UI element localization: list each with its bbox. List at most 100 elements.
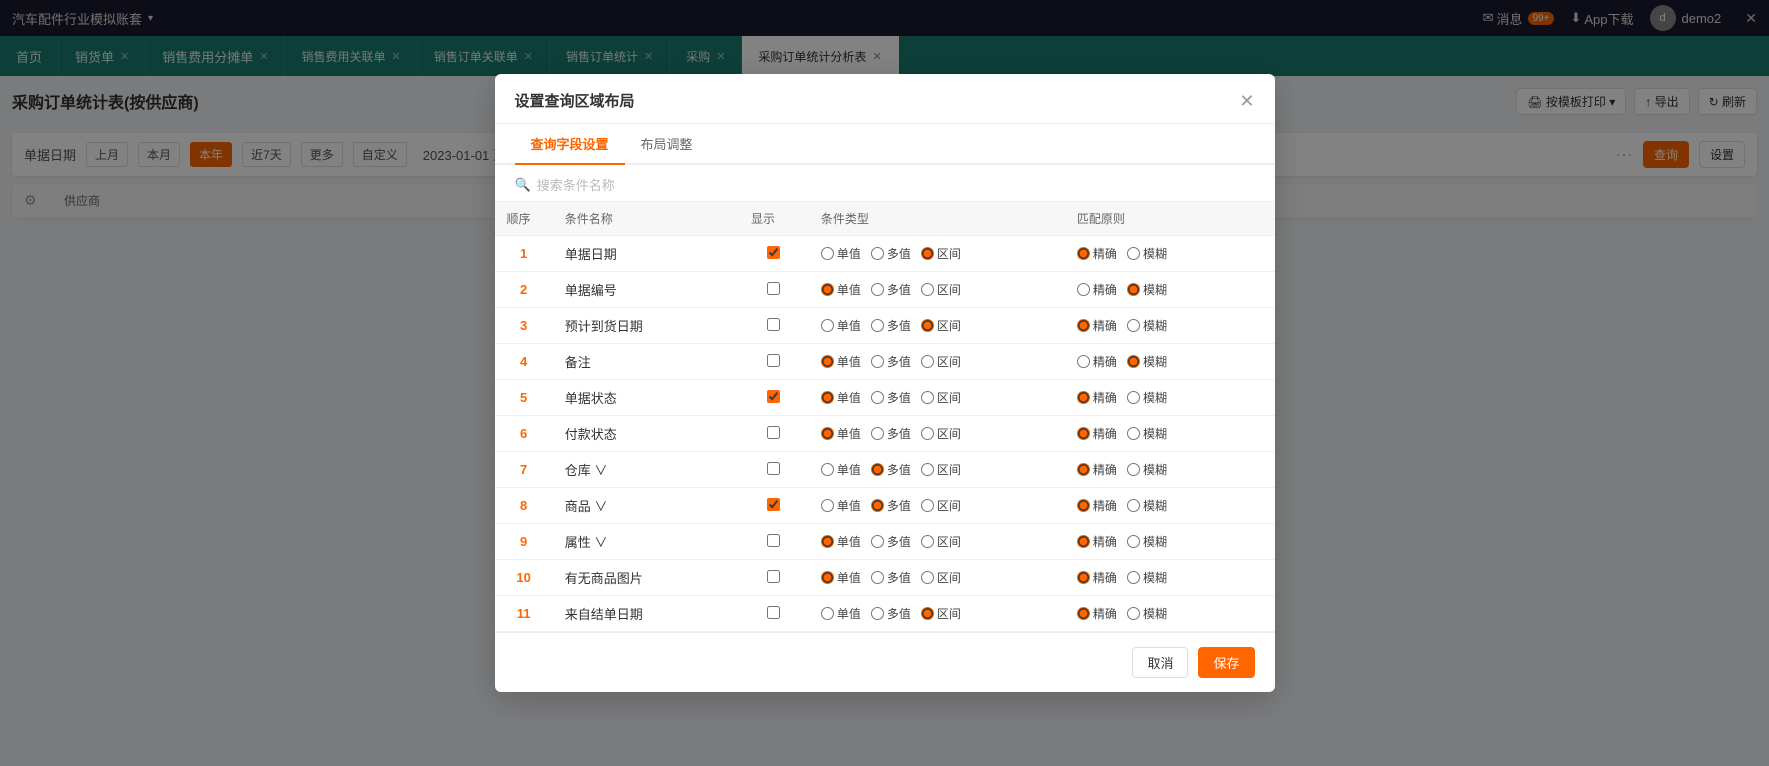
type-radio-input-multi[interactable] [871, 319, 884, 332]
type-radio-input-range[interactable] [921, 499, 934, 512]
type-radio-range[interactable]: 区间 [921, 533, 961, 550]
type-radio-input-multi[interactable] [871, 391, 884, 404]
type-radio-input-range[interactable] [921, 463, 934, 476]
match-radio-exact[interactable]: 精确 [1077, 245, 1117, 262]
match-radio-fuzzy[interactable]: 模糊 [1127, 281, 1167, 298]
type-radio-range[interactable]: 区间 [921, 389, 961, 406]
match-radio-input-fuzzy[interactable] [1127, 283, 1140, 296]
type-radio-single[interactable]: 单值 [821, 569, 861, 586]
type-radio-input-range[interactable] [921, 427, 934, 440]
type-radio-input-single[interactable] [821, 607, 834, 620]
type-radio-range[interactable]: 区间 [921, 317, 961, 334]
type-radio-input-single[interactable] [821, 427, 834, 440]
show-checkbox[interactable] [767, 534, 780, 547]
type-radio-single[interactable]: 单值 [821, 317, 861, 334]
type-radio-input-single[interactable] [821, 535, 834, 548]
type-radio-single[interactable]: 单值 [821, 425, 861, 442]
match-radio-input-exact[interactable] [1077, 607, 1090, 620]
save-button[interactable]: 保存 [1198, 647, 1254, 678]
type-radio-range[interactable]: 区间 [921, 281, 961, 298]
type-radio-single[interactable]: 单值 [821, 605, 861, 622]
match-radio-input-fuzzy[interactable] [1127, 319, 1140, 332]
search-input[interactable] [537, 178, 737, 193]
type-radio-multi[interactable]: 多值 [871, 497, 911, 514]
type-radio-input-range[interactable] [921, 571, 934, 584]
type-radio-single[interactable]: 单值 [821, 353, 861, 370]
type-radio-input-multi[interactable] [871, 607, 884, 620]
match-radio-input-exact[interactable] [1077, 463, 1090, 476]
type-radio-input-range[interactable] [921, 283, 934, 296]
show-checkbox[interactable] [767, 462, 780, 475]
type-radio-single[interactable]: 单值 [821, 497, 861, 514]
match-radio-exact[interactable]: 精确 [1077, 605, 1117, 622]
type-radio-range[interactable]: 区间 [921, 353, 961, 370]
match-radio-exact[interactable]: 精确 [1077, 389, 1117, 406]
match-radio-fuzzy[interactable]: 模糊 [1127, 353, 1167, 370]
show-checkbox[interactable] [767, 354, 780, 367]
match-radio-input-exact[interactable] [1077, 535, 1090, 548]
type-radio-single[interactable]: 单值 [821, 281, 861, 298]
type-radio-range[interactable]: 区间 [921, 461, 961, 478]
match-radio-fuzzy[interactable]: 模糊 [1127, 425, 1167, 442]
type-radio-single[interactable]: 单值 [821, 245, 861, 262]
match-radio-fuzzy[interactable]: 模糊 [1127, 461, 1167, 478]
type-radio-input-single[interactable] [821, 391, 834, 404]
match-radio-input-fuzzy[interactable] [1127, 391, 1140, 404]
type-radio-range[interactable]: 区间 [921, 569, 961, 586]
match-radio-fuzzy[interactable]: 模糊 [1127, 605, 1167, 622]
match-radio-input-exact[interactable] [1077, 499, 1090, 512]
show-checkbox[interactable] [767, 390, 780, 403]
type-radio-input-single[interactable] [821, 319, 834, 332]
show-checkbox[interactable] [767, 282, 780, 295]
type-radio-input-multi[interactable] [871, 499, 884, 512]
match-radio-exact[interactable]: 精确 [1077, 281, 1117, 298]
type-radio-multi[interactable]: 多值 [871, 317, 911, 334]
match-radio-input-fuzzy[interactable] [1127, 355, 1140, 368]
type-radio-input-multi[interactable] [871, 427, 884, 440]
match-radio-exact[interactable]: 精确 [1077, 353, 1117, 370]
type-radio-multi[interactable]: 多值 [871, 533, 911, 550]
type-radio-multi[interactable]: 多值 [871, 281, 911, 298]
modal-tab-fields[interactable]: 查询字段设置 [515, 124, 625, 165]
match-radio-exact[interactable]: 精确 [1077, 425, 1117, 442]
type-radio-multi[interactable]: 多值 [871, 461, 911, 478]
type-radio-input-multi[interactable] [871, 247, 884, 260]
type-radio-input-single[interactable] [821, 571, 834, 584]
match-radio-input-exact[interactable] [1077, 247, 1090, 260]
show-checkbox[interactable] [767, 318, 780, 331]
show-checkbox[interactable] [767, 606, 780, 619]
type-radio-input-range[interactable] [921, 391, 934, 404]
type-radio-multi[interactable]: 多值 [871, 245, 911, 262]
type-radio-input-single[interactable] [821, 463, 834, 476]
match-radio-exact[interactable]: 精确 [1077, 569, 1117, 586]
match-radio-input-fuzzy[interactable] [1127, 463, 1140, 476]
match-radio-input-exact[interactable] [1077, 571, 1090, 584]
type-radio-multi[interactable]: 多值 [871, 425, 911, 442]
type-radio-multi[interactable]: 多值 [871, 605, 911, 622]
type-radio-input-range[interactable] [921, 247, 934, 260]
type-radio-input-range[interactable] [921, 355, 934, 368]
type-radio-input-single[interactable] [821, 355, 834, 368]
type-radio-single[interactable]: 单值 [821, 461, 861, 478]
type-radio-input-single[interactable] [821, 499, 834, 512]
match-radio-fuzzy[interactable]: 模糊 [1127, 245, 1167, 262]
show-checkbox[interactable] [767, 570, 780, 583]
match-radio-fuzzy[interactable]: 模糊 [1127, 389, 1167, 406]
match-radio-input-fuzzy[interactable] [1127, 571, 1140, 584]
show-checkbox[interactable] [767, 498, 780, 511]
match-radio-fuzzy[interactable]: 模糊 [1127, 533, 1167, 550]
match-radio-input-exact[interactable] [1077, 427, 1090, 440]
type-radio-range[interactable]: 区间 [921, 497, 961, 514]
match-radio-fuzzy[interactable]: 模糊 [1127, 317, 1167, 334]
type-radio-input-single[interactable] [821, 283, 834, 296]
type-radio-range[interactable]: 区间 [921, 245, 961, 262]
match-radio-exact[interactable]: 精确 [1077, 497, 1117, 514]
match-radio-exact[interactable]: 精确 [1077, 533, 1117, 550]
match-radio-input-fuzzy[interactable] [1127, 535, 1140, 548]
type-radio-input-single[interactable] [821, 247, 834, 260]
match-radio-input-fuzzy[interactable] [1127, 607, 1140, 620]
type-radio-input-multi[interactable] [871, 283, 884, 296]
type-radio-input-multi[interactable] [871, 355, 884, 368]
modal-close-button[interactable]: ✕ [1239, 92, 1254, 110]
type-radio-single[interactable]: 单值 [821, 533, 861, 550]
